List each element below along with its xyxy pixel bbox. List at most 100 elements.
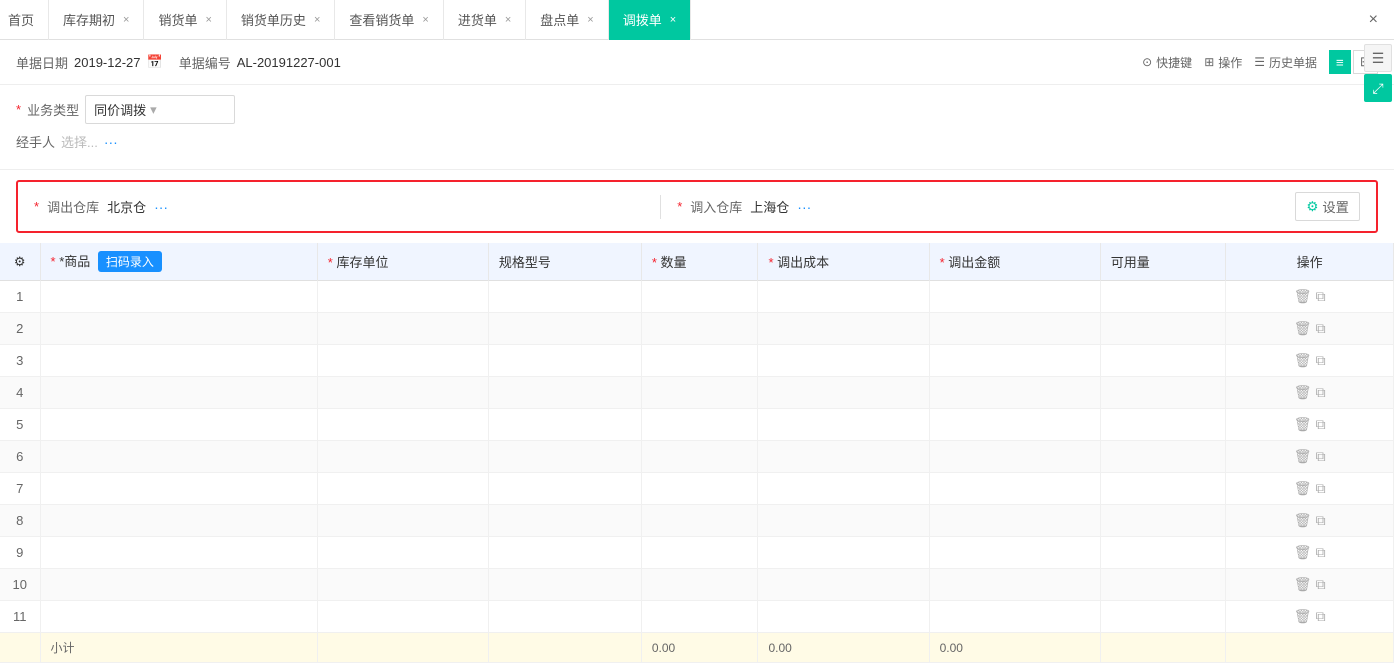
delete-icon-1[interactable]: 🗑 (1294, 288, 1312, 305)
delete-icon-6[interactable]: 🗑 (1294, 448, 1312, 465)
row-num-6: 6 (0, 441, 40, 473)
settings-btn[interactable]: ⚙ 设置 (1295, 192, 1360, 221)
table-row: 11 🗑⧉ (0, 601, 1394, 633)
calendar-icon[interactable]: 📅 (147, 54, 163, 70)
main-content: 单据日期 2019-12-27 📅 单据编号 AL-20191227-001 ⊙… (0, 40, 1394, 663)
tab-view-sales-close[interactable]: × (422, 14, 428, 26)
list-view-btn[interactable]: ≡ (1329, 50, 1351, 74)
sidebar-doc-list-btn[interactable]: ☰ (1364, 44, 1392, 72)
doc-label: 单据编号 (179, 53, 231, 72)
row-ops-1: 🗑 ⧉ (1226, 281, 1394, 313)
date-label: 单据日期 (16, 53, 68, 72)
tab-inventory-check-close[interactable]: × (587, 14, 593, 26)
col-gear[interactable]: ⚙ (0, 243, 40, 281)
row-goods-1[interactable] (40, 281, 317, 313)
table-header-row: ⚙ * *商品 扫码录入 * 库存单位 规格型号 * 数量 (0, 243, 1394, 281)
copy-icon-4[interactable]: ⧉ (1316, 384, 1326, 401)
row-num-8: 8 (0, 505, 40, 537)
tab-purchase-order[interactable]: 进货单 × (444, 0, 526, 40)
delete-icon-9[interactable]: 🗑 (1294, 544, 1312, 561)
doc-value: AL-20191227-001 (237, 55, 341, 70)
copy-icon-2[interactable]: ⧉ (1316, 320, 1326, 337)
tab-view-sales-label: 查看销货单 (349, 10, 414, 29)
tab-sales-order-close[interactable]: × (205, 14, 211, 26)
tab-purchase-order-label: 进货单 (458, 10, 497, 29)
tab-purchase-order-close[interactable]: × (505, 14, 511, 26)
business-type-select[interactable]: 同价调拨 ▾ (85, 95, 235, 124)
operations-label: 操作 (1218, 54, 1242, 71)
tab-inventory-init-close[interactable]: × (123, 14, 129, 26)
scan-btn[interactable]: 扫码录入 (98, 251, 162, 272)
tab-inventory-init[interactable]: 库存期初 × (49, 0, 144, 40)
table-footer-row: 小计 0.00 0.00 0.00 (0, 633, 1394, 663)
delete-icon-4[interactable]: 🗑 (1294, 384, 1312, 401)
copy-icon-7[interactable]: ⧉ (1316, 480, 1326, 497)
row-num-9: 9 (0, 537, 40, 569)
history-label: 历史单据 (1269, 54, 1317, 71)
warehouse-divider (660, 195, 661, 219)
history-icon: ☰ (1254, 55, 1265, 69)
copy-icon-1[interactable]: ⧉ (1316, 288, 1326, 305)
row-num-5: 5 (0, 409, 40, 441)
row-spec-1 (488, 281, 641, 313)
doc-field: 单据编号 AL-20191227-001 (179, 53, 341, 72)
col-qty-label: 数量 (661, 255, 687, 270)
warehouse-out-section: * 调出仓库 北京仓 ··· (34, 197, 644, 216)
delete-icon-5[interactable]: 🗑 (1294, 416, 1312, 433)
person-select[interactable]: 选择... (61, 132, 98, 151)
copy-icon-6[interactable]: ⧉ (1316, 448, 1326, 465)
delete-icon-10[interactable]: 🗑 (1294, 576, 1312, 593)
warehouse-out-value: 北京仓 (107, 197, 146, 216)
delete-icon-2[interactable]: 🗑 (1294, 320, 1312, 337)
row-num-7: 7 (0, 473, 40, 505)
footer-cost: 0.00 (758, 633, 929, 663)
tab-sales-history-label: 销货单历史 (241, 10, 306, 29)
tab-transfer-order-close[interactable]: × (670, 14, 676, 26)
copy-icon-8[interactable]: ⧉ (1316, 512, 1326, 529)
tab-inventory-check[interactable]: 盘点单 × (526, 0, 608, 40)
tab-sales-history[interactable]: 销货单历史 × (227, 0, 335, 40)
tab-sales-order-label: 销货单 (158, 10, 197, 29)
row-num-4: 4 (0, 377, 40, 409)
business-type-label: 业务类型 (27, 100, 79, 119)
tab-sales-history-close[interactable]: × (314, 14, 320, 26)
col-unit-label: 库存单位 (336, 255, 388, 270)
tab-transfer-order-label: 调拨单 (623, 10, 662, 29)
shortcuts-label: 快捷键 (1156, 54, 1192, 71)
main-table: ⚙ * *商品 扫码录入 * 库存单位 规格型号 * 数量 (0, 243, 1394, 663)
warehouse-out-more-btn[interactable]: ··· (154, 199, 168, 215)
row-cost-1 (758, 281, 929, 313)
col-cost: * 调出成本 (758, 243, 929, 281)
copy-icon-5[interactable]: ⧉ (1316, 416, 1326, 433)
shortcuts-btn[interactable]: ⊙ 快捷键 (1142, 54, 1192, 71)
window-close-btn[interactable]: × (1361, 11, 1386, 29)
delete-icon-8[interactable]: 🗑 (1294, 512, 1312, 529)
tab-transfer-order[interactable]: 调拨单 × (609, 0, 691, 40)
warehouse-in-more-btn[interactable]: ··· (797, 199, 811, 215)
table-row: 3 🗑⧉ (0, 345, 1394, 377)
copy-icon-9[interactable]: ⧉ (1316, 544, 1326, 561)
warehouse-out-required: * (34, 199, 39, 214)
operations-btn[interactable]: ⊞ 操作 (1204, 54, 1242, 71)
sidebar-expand-btn[interactable]: ⤢ (1364, 74, 1392, 102)
header-actions: ⊙ 快捷键 ⊞ 操作 ☰ 历史单据 ≡ ⊟ (1142, 50, 1378, 74)
tab-view-sales[interactable]: 查看销货单 × (335, 0, 443, 40)
delete-icon-3[interactable]: 🗑 (1294, 352, 1312, 369)
doc-list-icon: ☰ (1372, 50, 1385, 67)
row-unit-1 (317, 281, 488, 313)
person-more-btn[interactable]: ··· (104, 134, 118, 150)
history-btn[interactable]: ☰ 历史单据 (1254, 54, 1317, 71)
delete-icon-7[interactable]: 🗑 (1294, 480, 1312, 497)
copy-icon-3[interactable]: ⧉ (1316, 352, 1326, 369)
table-wrapper: ⚙ * *商品 扫码录入 * 库存单位 规格型号 * 数量 (0, 243, 1394, 663)
warehouse-box: * 调出仓库 北京仓 ··· * 调入仓库 上海仓 ··· ⚙ 设置 (16, 180, 1378, 233)
row-amount-1 (929, 281, 1100, 313)
col-qty: * 数量 (641, 243, 758, 281)
delete-icon-11[interactable]: 🗑 (1294, 608, 1312, 625)
copy-icon-11[interactable]: ⧉ (1316, 608, 1326, 625)
col-spec: 规格型号 (488, 243, 641, 281)
tab-home[interactable]: 首页 (8, 0, 49, 40)
expand-icon: ⤢ (1372, 80, 1383, 97)
copy-icon-10[interactable]: ⧉ (1316, 576, 1326, 593)
tab-sales-order[interactable]: 销货单 × (144, 0, 226, 40)
